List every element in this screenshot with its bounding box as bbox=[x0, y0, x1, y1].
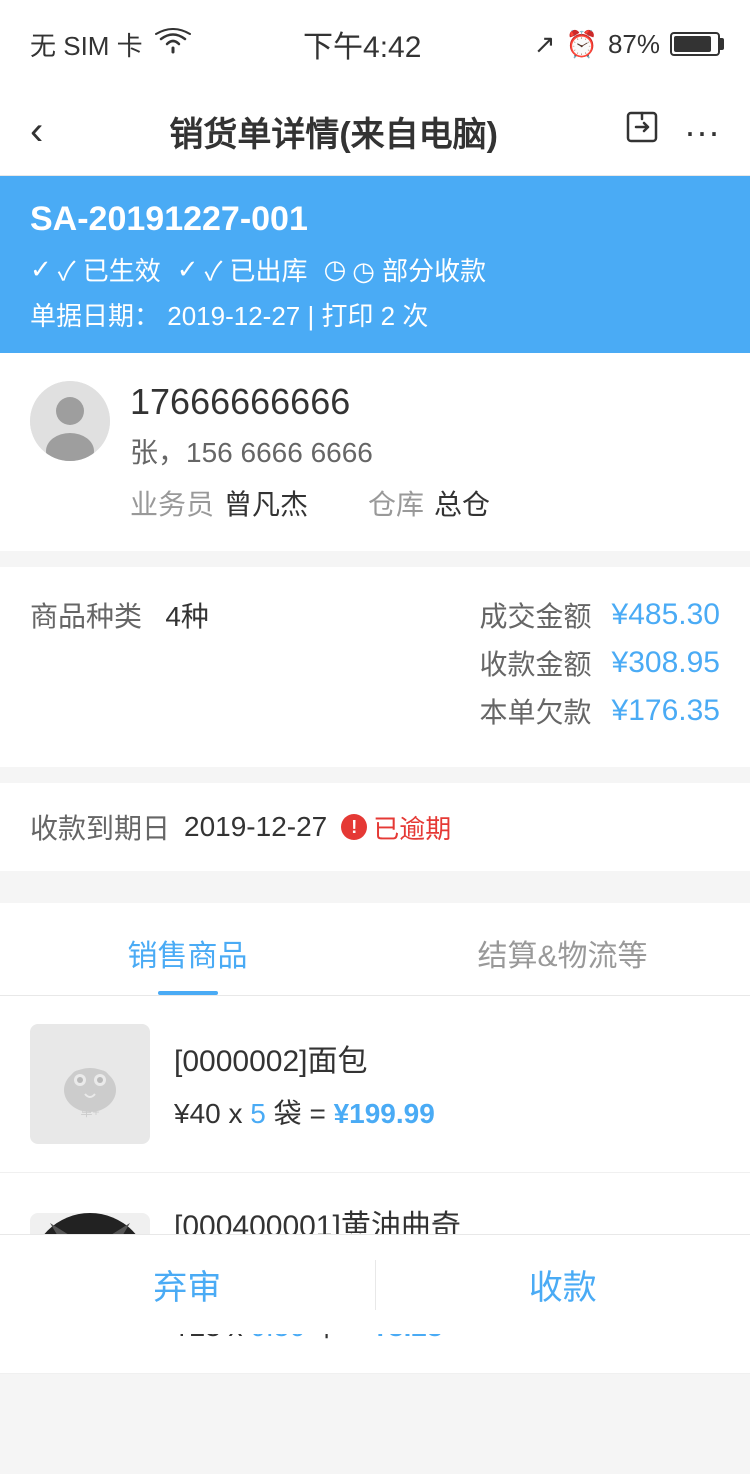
product-info-1: [0000002]面包 ¥40 x 5 袋 = ¥199.99 bbox=[174, 1036, 720, 1132]
cancel-review-button[interactable]: 弃审 bbox=[0, 1240, 375, 1329]
tab-sales-label: 销售商品 bbox=[128, 940, 248, 973]
tab-settlement-label: 结算&物流等 bbox=[477, 940, 647, 973]
due-label: 收款到期日 bbox=[30, 807, 170, 847]
stats-section: 商品种类 4种 成交金额 ¥485.30 收款金额 ¥308.95 本单欠款 ¥… bbox=[0, 567, 750, 767]
product-price-1: ¥40 x 5 袋 = ¥199.99 bbox=[174, 1092, 720, 1132]
status-left: 无 SIM 卡 bbox=[30, 26, 191, 63]
tabs: 销售商品 结算&物流等 bbox=[0, 903, 750, 996]
overdue-text: 已逾期 bbox=[373, 809, 451, 846]
tab-settlement[interactable]: 结算&物流等 bbox=[375, 903, 750, 995]
debt-amount-line: 本单欠款 ¥176.35 bbox=[480, 691, 720, 731]
product-item: 单+ [0000002]面包 ¥40 x 5 袋 = ¥199.99 bbox=[0, 996, 750, 1173]
status-time: 下午4:42 bbox=[303, 22, 421, 66]
receipt-button[interactable]: 收款 bbox=[376, 1240, 750, 1329]
price-eq-1: = bbox=[309, 1098, 333, 1129]
receipt-amount-label: 收款金额 bbox=[480, 643, 592, 683]
deal-amount-line: 成交金额 ¥485.30 bbox=[480, 595, 720, 635]
svg-text:单+: 单+ bbox=[80, 1105, 99, 1119]
due-date-section: 收款到期日 2019-12-27 ! 已逾期 bbox=[0, 783, 750, 871]
date-label: 单据日期： bbox=[30, 301, 160, 331]
due-date-value: 2019-12-27 bbox=[184, 811, 327, 843]
deal-amount-value: ¥485.30 bbox=[612, 598, 720, 632]
battery-percentage: 87% bbox=[608, 29, 660, 60]
date-value: 2019-12-27 bbox=[167, 301, 300, 331]
tag-effective: ✓ ✓ 已生效 bbox=[30, 251, 161, 288]
bottom-spacer bbox=[0, 1374, 750, 1474]
warehouse-value: 总仓 bbox=[434, 483, 490, 523]
price-unit-1: 袋 bbox=[274, 1098, 302, 1129]
salesperson-item: 业务员 曾凡杰 bbox=[130, 483, 308, 523]
product-types-label: 商品种类 bbox=[30, 601, 142, 632]
receipt-amount-value: ¥308.95 bbox=[612, 646, 720, 680]
customer-section: 17666666666 张，156 6666 6666 业务员 曾凡杰 仓库 总… bbox=[0, 353, 750, 551]
product-name-1: [0000002]面包 bbox=[174, 1036, 720, 1080]
order-tags: ✓ ✓ 已生效 ✓ ✓ 已出库 ◷ ◷ 部分收款 bbox=[30, 251, 720, 288]
bottom-bar: 弃审 收款 bbox=[0, 1234, 750, 1334]
salesperson-value: 曾凡杰 bbox=[224, 483, 308, 523]
salesperson-label: 业务员 bbox=[130, 483, 214, 523]
overdue-badge: ! 已逾期 bbox=[341, 809, 451, 846]
customer-meta: 业务员 曾凡杰 仓库 总仓 bbox=[130, 483, 720, 523]
back-button[interactable]: ‹ bbox=[30, 109, 43, 154]
price-base-1: ¥40 bbox=[174, 1098, 221, 1129]
avatar bbox=[30, 381, 110, 461]
product-placeholder-1: 单+ bbox=[30, 1024, 150, 1144]
customer-id: 17666666666 bbox=[130, 381, 720, 423]
wifi-icon bbox=[155, 28, 191, 61]
divider-3 bbox=[0, 871, 750, 887]
product-types-value: 4种 bbox=[165, 601, 209, 632]
share-icon[interactable] bbox=[624, 109, 660, 154]
status-bar: 无 SIM 卡 下午4:42 ↗ ⏰ 87% bbox=[0, 0, 750, 88]
warehouse-label: 仓库 bbox=[368, 483, 424, 523]
tag-shipped: ✓ ✓ 已出库 bbox=[177, 251, 308, 288]
tab-sales-products[interactable]: 销售商品 bbox=[0, 903, 375, 995]
stats-row: 商品种类 4种 成交金额 ¥485.30 收款金额 ¥308.95 本单欠款 ¥… bbox=[30, 595, 720, 739]
debt-amount-label: 本单欠款 bbox=[480, 691, 592, 731]
tag-partial-payment: ◷ ◷ 部分收款 bbox=[324, 251, 487, 288]
battery-icon bbox=[670, 32, 720, 56]
stats-left: 商品种类 4种 bbox=[30, 595, 209, 643]
location-icon: ↗ bbox=[534, 29, 556, 60]
alarm-icon: ⏰ bbox=[566, 29, 598, 60]
status-right: ↗ ⏰ 87% bbox=[534, 29, 720, 60]
nav-bar: ‹ 销货单详情(来自电脑) ··· bbox=[0, 88, 750, 176]
check-icon-2: ✓ bbox=[177, 254, 199, 285]
overdue-icon: ! bbox=[341, 814, 367, 840]
customer-name-phone: 张，156 6666 6666 bbox=[130, 431, 720, 471]
warehouse-item: 仓库 总仓 bbox=[368, 483, 490, 523]
nav-actions: ··· bbox=[624, 109, 720, 154]
price-total-1: ¥199.99 bbox=[334, 1098, 435, 1129]
divider-1 bbox=[0, 551, 750, 567]
carrier-label: 无 SIM 卡 bbox=[30, 26, 143, 63]
debt-amount-value: ¥176.35 bbox=[612, 694, 720, 728]
order-date: 单据日期： 2019-12-27 | 打印 2 次 bbox=[30, 296, 720, 333]
page-title: 销货单详情(来自电脑) bbox=[169, 107, 498, 156]
order-header: SA-20191227-001 ✓ ✓ 已生效 ✓ ✓ 已出库 ◷ ◷ 部分收款… bbox=[0, 176, 750, 353]
more-icon[interactable]: ··· bbox=[684, 111, 720, 153]
clock-icon: ◷ bbox=[324, 254, 347, 285]
customer-info: 17666666666 张，156 6666 6666 业务员 曾凡杰 仓库 总… bbox=[130, 381, 720, 523]
receipt-amount-line: 收款金额 ¥308.95 bbox=[480, 643, 720, 683]
print-info: | 打印 2 次 bbox=[307, 301, 428, 331]
deal-amount-label: 成交金额 bbox=[480, 595, 592, 635]
order-id: SA-20191227-001 bbox=[30, 200, 720, 239]
product-thumb-1: 单+ bbox=[30, 1024, 150, 1144]
price-qty-1: 5 bbox=[250, 1098, 266, 1129]
divider-2 bbox=[0, 767, 750, 783]
price-sep-1: x bbox=[229, 1098, 251, 1129]
tab-underline bbox=[158, 991, 218, 995]
stats-right: 成交金额 ¥485.30 收款金额 ¥308.95 本单欠款 ¥176.35 bbox=[480, 595, 720, 739]
product-types: 商品种类 4种 bbox=[30, 595, 209, 635]
check-icon-1: ✓ bbox=[30, 254, 52, 285]
